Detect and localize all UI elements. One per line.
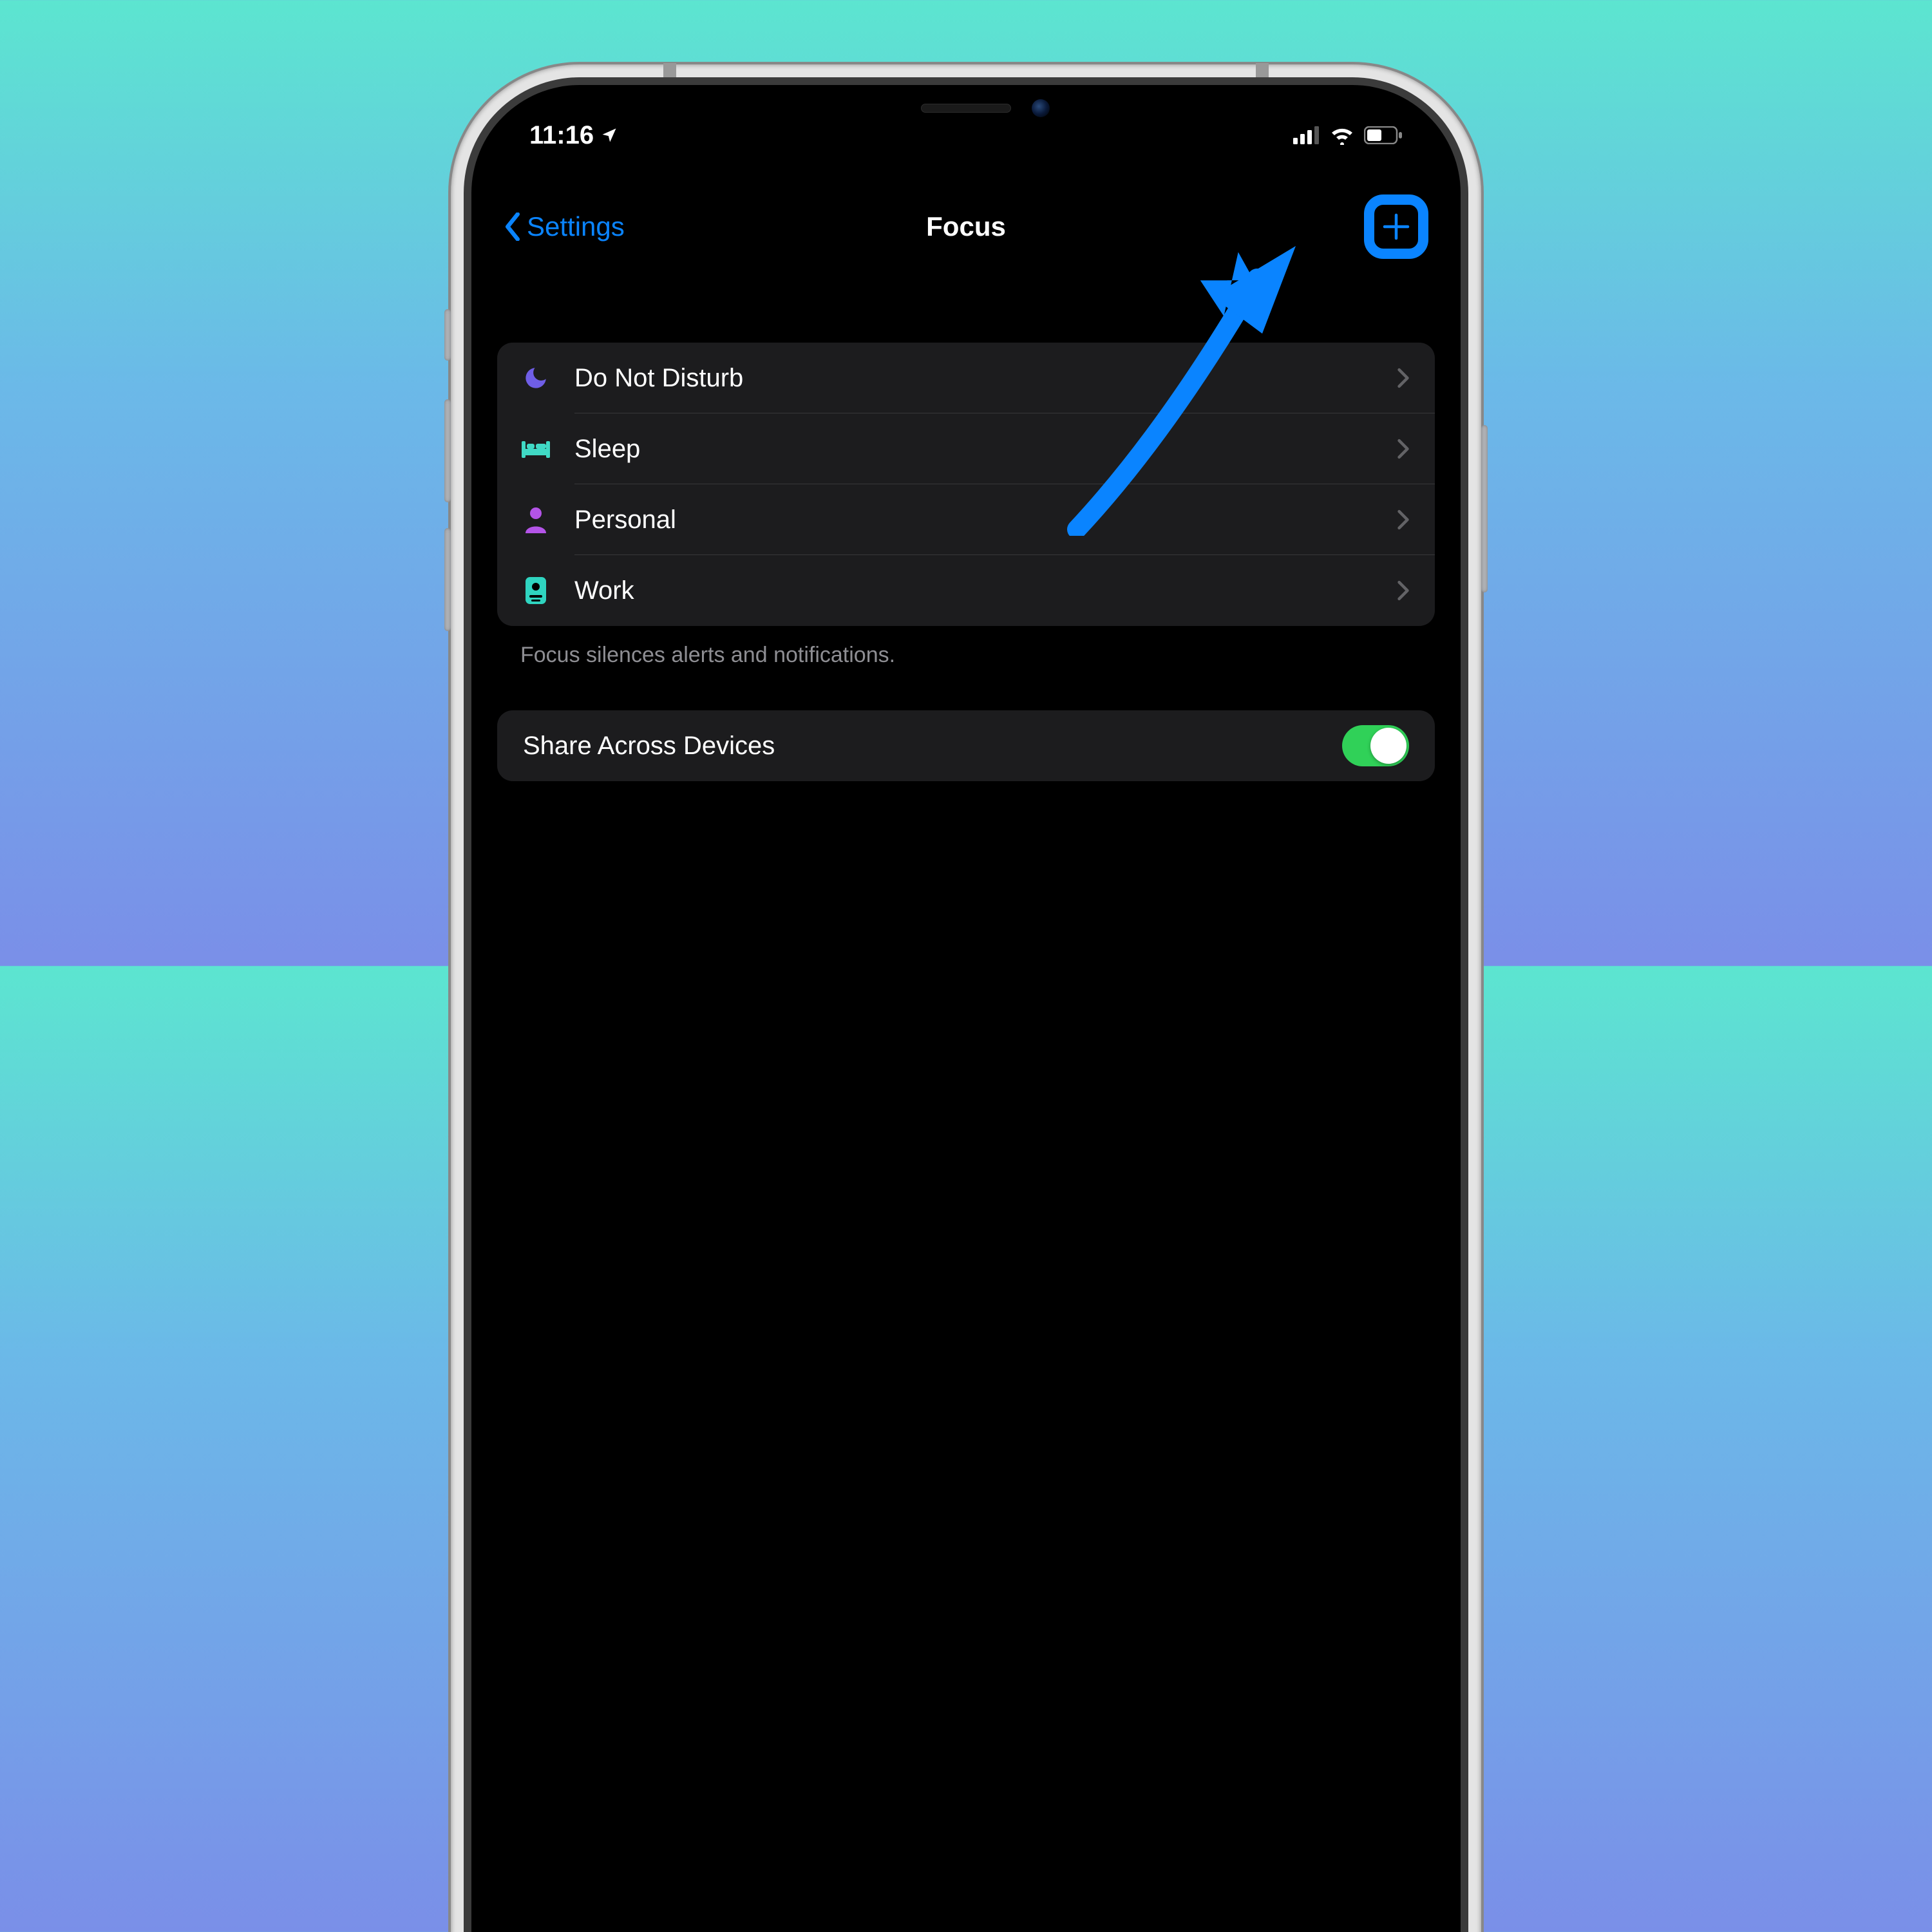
volume-up-button: [444, 399, 451, 502]
share-across-devices-row[interactable]: Share Across Devices: [497, 710, 1435, 781]
share-label: Share Across Devices: [523, 732, 1342, 761]
back-label: Settings: [527, 211, 625, 242]
focus-row-label: Do Not Disturb: [574, 364, 1397, 393]
focus-row-sleep[interactable]: Sleep: [497, 413, 1435, 484]
volume-down-button: [444, 528, 451, 631]
antenna-band: [663, 63, 676, 77]
focus-modes-list: Do Not Disturb: [497, 343, 1435, 626]
power-button: [1481, 425, 1488, 592]
chevron-right-icon: [1397, 509, 1409, 530]
moon-icon: [522, 365, 549, 392]
bed-icon: [520, 437, 551, 460]
focus-row-label: Personal: [574, 506, 1397, 535]
person-icon: [523, 506, 549, 533]
speaker-grille: [921, 104, 1011, 113]
chevron-right-icon: [1397, 580, 1409, 601]
share-section: Share Across Devices: [497, 710, 1435, 781]
cellular-icon: [1293, 126, 1320, 144]
focus-row-label: Sleep: [574, 435, 1397, 464]
focus-row-work[interactable]: Work: [497, 555, 1435, 626]
status-time: 11:16: [529, 121, 594, 150]
chevron-right-icon: [1397, 439, 1409, 459]
antenna-band: [1256, 63, 1269, 77]
focus-row-personal[interactable]: Personal: [497, 484, 1435, 555]
location-arrow-icon: [600, 126, 618, 144]
focus-row-do-not-disturb[interactable]: Do Not Disturb: [497, 343, 1435, 413]
chevron-right-icon: [1397, 368, 1409, 388]
front-camera: [1032, 99, 1050, 117]
toggle-knob: [1370, 728, 1406, 764]
badge-icon: [524, 576, 547, 605]
wifi-icon: [1329, 126, 1355, 145]
back-button[interactable]: Settings: [504, 211, 625, 242]
list-footer-text: Focus silences alerts and notifications.: [497, 626, 1435, 685]
screen: 11:16: [471, 85, 1461, 1932]
silent-switch: [444, 309, 451, 361]
phone-frame: 11:16: [451, 64, 1481, 1932]
focus-row-label: Work: [574, 576, 1397, 605]
share-toggle[interactable]: [1342, 725, 1409, 766]
chevron-left-icon: [504, 213, 522, 241]
page-title: Focus: [926, 211, 1006, 242]
add-focus-button[interactable]: [1364, 194, 1428, 259]
battery-icon: [1364, 126, 1403, 144]
plus-icon: [1381, 211, 1412, 242]
notch: [811, 85, 1121, 131]
nav-bar: Settings Focus: [471, 194, 1461, 259]
